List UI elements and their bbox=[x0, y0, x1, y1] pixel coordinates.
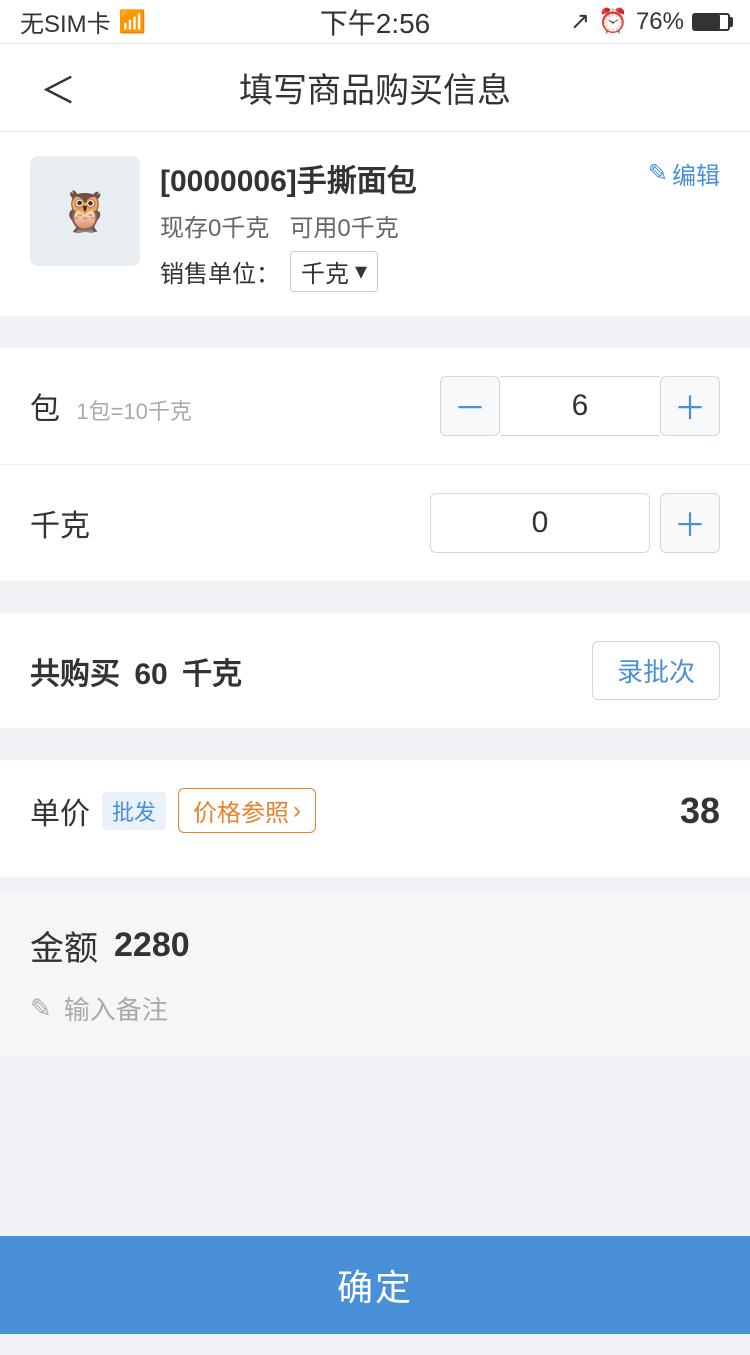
kg-input-row: 千克 0 ＋ bbox=[0, 465, 750, 581]
amount-value: 2280 bbox=[114, 926, 190, 965]
unit-selector[interactable]: 千克 ▾ bbox=[290, 251, 378, 292]
product-right: ✎ 编辑 bbox=[648, 156, 720, 191]
pack-plus-button[interactable]: ＋ bbox=[660, 376, 720, 436]
stock-label: 现存0千克 bbox=[160, 215, 269, 242]
location-icon: ↗ bbox=[570, 7, 590, 36]
alarm-icon: ⏰ bbox=[598, 7, 628, 36]
total-unit: 千克 bbox=[182, 658, 242, 691]
total-text: 共购买 60 千克 bbox=[30, 649, 242, 693]
status-time: 下午2:56 bbox=[320, 2, 431, 42]
unit-dropdown-icon: ▾ bbox=[355, 257, 367, 286]
battery-percent: 76% bbox=[636, 8, 684, 36]
confirm-bar: 确定 bbox=[0, 1236, 750, 1334]
status-bar: 无SIM卡 📶 下午2:56 ↗ ⏰ 76% bbox=[0, 0, 750, 44]
kg-input[interactable]: 0 bbox=[430, 493, 650, 553]
pack-label-text: 包 bbox=[30, 393, 60, 426]
remark-row[interactable]: ✎ 输入备注 bbox=[30, 990, 720, 1027]
unit-value: 千克 bbox=[301, 254, 349, 289]
product-card: 🦉 [0000006]手撕面包 现存0千克 可用0千克 销售单位： 千克 ▾ ✎… bbox=[0, 132, 750, 316]
product-image: 🦉 bbox=[30, 156, 140, 266]
price-row: 单价 批发 价格参照 › 38 bbox=[30, 788, 720, 833]
confirm-button[interactable]: 确定 bbox=[0, 1236, 750, 1334]
batch-button[interactable]: 录批次 bbox=[592, 641, 720, 700]
amount-row: 金额 2280 bbox=[30, 921, 720, 970]
product-logo: 🦉 bbox=[60, 188, 110, 235]
pack-hint: 1包=10千克 bbox=[76, 399, 192, 424]
product-name: [0000006]手撕面包 bbox=[160, 156, 628, 200]
divider-1 bbox=[0, 332, 750, 348]
product-unit-row: 销售单位： 千克 ▾ bbox=[160, 251, 628, 292]
available-label: 可用0千克 bbox=[289, 215, 398, 242]
product-name-text: 手撕面包 bbox=[297, 165, 417, 198]
status-right: ↗ ⏰ 76% bbox=[570, 7, 730, 36]
input-section: 包 1包=10千克 － 6 ＋ 千克 0 ＋ bbox=[0, 348, 750, 581]
status-left: 无SIM卡 📶 bbox=[20, 4, 146, 39]
total-section: 共购买 60 千克 录批次 bbox=[0, 613, 750, 728]
pack-stepper: － 6 ＋ bbox=[440, 376, 720, 436]
price-label-text: 单价 bbox=[30, 789, 90, 833]
price-tag: 批发 bbox=[102, 792, 166, 830]
amount-section: 金额 2280 ✎ 输入备注 bbox=[0, 893, 750, 1055]
product-code: [0000006] bbox=[160, 165, 297, 198]
edit-label: 编辑 bbox=[672, 156, 720, 191]
pack-input-row: 包 1包=10千克 － 6 ＋ bbox=[0, 348, 750, 465]
kg-label: 千克 bbox=[30, 501, 430, 545]
divider-3 bbox=[0, 744, 750, 760]
total-amount: 60 bbox=[134, 658, 167, 691]
edit-icon: ✎ bbox=[648, 159, 668, 188]
kg-stepper-row: 0 ＋ bbox=[430, 493, 720, 553]
amount-label: 金额 bbox=[30, 921, 98, 970]
divider-2 bbox=[0, 597, 750, 613]
back-button[interactable]: ＜ bbox=[30, 52, 86, 124]
page-title: 填写商品购买信息 bbox=[239, 63, 511, 112]
unit-label: 销售单位： bbox=[160, 254, 280, 289]
product-stock: 现存0千克 可用0千克 bbox=[160, 208, 628, 243]
pencil-icon: ✎ bbox=[30, 993, 52, 1024]
total-prefix: 共购买 bbox=[30, 658, 120, 691]
battery-bar bbox=[692, 13, 730, 31]
edit-button[interactable]: ✎ 编辑 bbox=[648, 156, 720, 191]
price-label: 单价 批发 价格参照 › bbox=[30, 788, 316, 833]
pack-input[interactable]: 6 bbox=[500, 376, 660, 436]
nav-bar: ＜ 填写商品购买信息 bbox=[0, 44, 750, 132]
carrier-text: 无SIM卡 bbox=[20, 4, 111, 39]
price-ref-label: 价格参照 bbox=[193, 793, 289, 828]
price-ref-arrow: › bbox=[293, 797, 301, 825]
wifi-icon: 📶 bbox=[119, 9, 146, 35]
price-ref-button[interactable]: 价格参照 › bbox=[178, 788, 316, 833]
price-section: 单价 批发 价格参照 › 38 bbox=[0, 760, 750, 877]
kg-plus-button[interactable]: ＋ bbox=[660, 493, 720, 553]
product-info: [0000006]手撕面包 现存0千克 可用0千克 销售单位： 千克 ▾ bbox=[160, 156, 628, 292]
pack-minus-button[interactable]: － bbox=[440, 376, 500, 436]
battery-fill bbox=[694, 15, 720, 29]
pack-label: 包 1包=10千克 bbox=[30, 384, 440, 428]
price-value: 38 bbox=[680, 790, 720, 832]
remark-label: 输入备注 bbox=[64, 990, 168, 1027]
